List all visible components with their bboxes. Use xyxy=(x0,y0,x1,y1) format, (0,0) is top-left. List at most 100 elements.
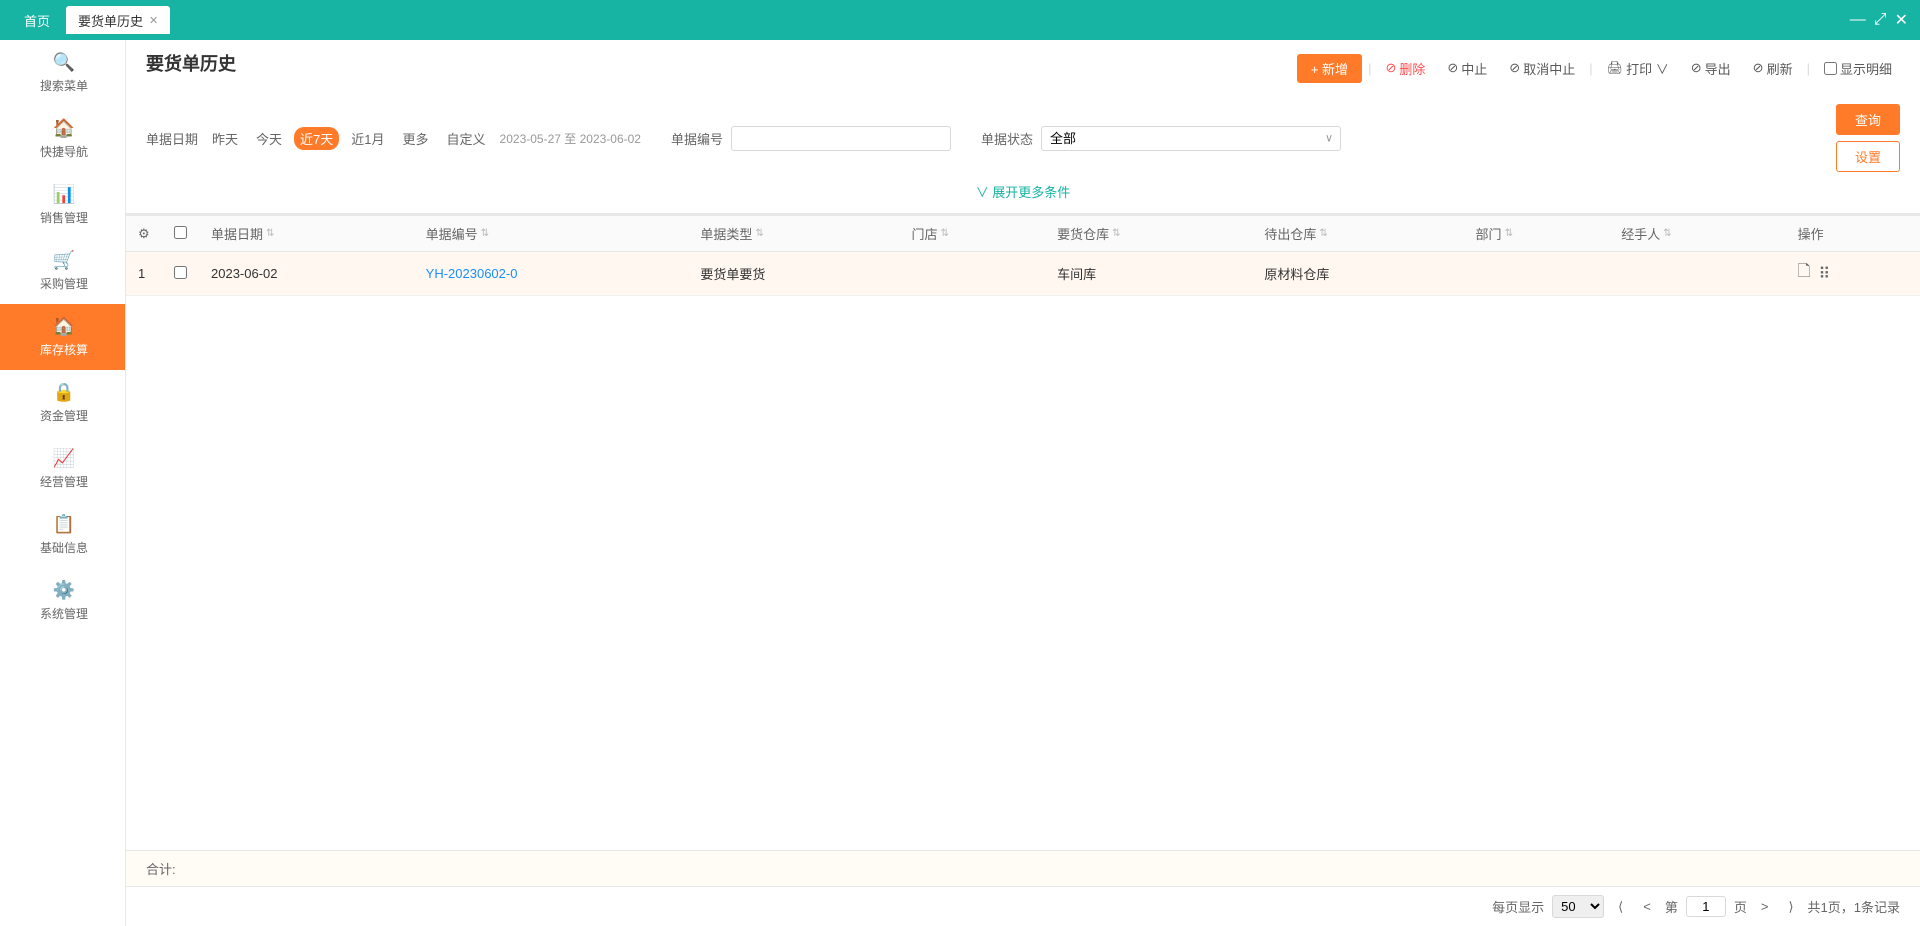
sidebar-item-search[interactable]: 🔍 搜索菜单 xyxy=(0,40,125,106)
row-action-more-icon[interactable]: ⠿ xyxy=(1819,264,1831,284)
sidebar-item-sales[interactable]: 📊 销售管理 xyxy=(0,172,125,238)
settings-button[interactable]: 设置 xyxy=(1836,141,1900,172)
status-label: 单据状态 xyxy=(981,129,1033,148)
select-all-checkbox[interactable] xyxy=(174,226,187,239)
sidebar-item-finance[interactable]: 🔒 资金管理 xyxy=(0,370,125,436)
prev-page-btn[interactable]: ⟨ xyxy=(1612,897,1629,917)
purchase-icon: 🛒 xyxy=(53,250,75,271)
row-no: 1 xyxy=(126,252,162,296)
col-checkbox xyxy=(162,216,199,252)
sidebar-item-inventory-label: 库存核算 xyxy=(40,341,88,358)
next-page-btn[interactable]: ⟩ xyxy=(1782,897,1799,917)
col-req-warehouse-sort[interactable]: 要货仓库 xyxy=(1057,224,1120,243)
tab-close-icon[interactable]: ✕ xyxy=(149,14,158,27)
row-checkbox[interactable] xyxy=(174,266,187,279)
row-docno-link[interactable]: YH-20230602-0 xyxy=(426,266,518,281)
date-range-display: 2023-05-27 至 2023-06-02 xyxy=(500,130,641,147)
filter-area: 单据日期 昨天 今天 近7天 近1月 更多 自定义 2023-05-27 至 2… xyxy=(126,92,1920,214)
expand-section: ∨ 展开更多条件 xyxy=(146,182,1900,201)
page-size-label: 每页显示 xyxy=(1492,897,1544,916)
date-btn-week[interactable]: 近7天 xyxy=(294,127,339,150)
window-controls: — ⤢ ✕ xyxy=(1850,10,1908,30)
print-button[interactable]: 🖨 打印 ∨ xyxy=(1599,55,1677,82)
row-type: 要货单要货 xyxy=(688,252,899,296)
export-button[interactable]: ⊘ 导出 xyxy=(1683,55,1739,82)
col-date-sort[interactable]: 单据日期 xyxy=(211,224,274,243)
total-label: 合计: xyxy=(146,862,176,877)
date-btn-yesterday[interactable]: 昨天 xyxy=(206,127,244,150)
delete-button[interactable]: ⊘ 删除 xyxy=(1377,55,1433,82)
minimize-icon[interactable]: — xyxy=(1850,11,1866,29)
page-input-label: 第 xyxy=(1665,897,1678,916)
maximize-icon[interactable]: ⤢ xyxy=(1874,11,1887,29)
data-table: ⚙ 单据日期 单据编号 单据类 xyxy=(126,215,1920,296)
basic-icon: 📋 xyxy=(53,514,75,535)
sidebar-item-finance-label: 资金管理 xyxy=(40,407,88,424)
page-number-input[interactable] xyxy=(1686,896,1726,917)
delete-icon: ⊘ xyxy=(1385,60,1396,76)
row-pending-warehouse: 原材料仓库 xyxy=(1252,252,1463,296)
col-type-sort[interactable]: 单据类型 xyxy=(700,224,763,243)
table-footer: 合计: xyxy=(126,850,1920,886)
sidebar-item-purchase[interactable]: 🛒 采购管理 xyxy=(0,238,125,304)
show-detail-checkbox[interactable]: 显示明细 xyxy=(1816,55,1900,82)
col-docno-sort[interactable]: 单据编号 xyxy=(426,224,489,243)
col-docno: 单据编号 xyxy=(414,216,689,252)
next-page-icon[interactable]: > xyxy=(1755,897,1775,916)
page-size-select[interactable]: 50 100 200 xyxy=(1552,895,1604,918)
date-btn-custom[interactable]: 自定义 xyxy=(441,127,492,150)
expand-button[interactable]: ∨ 展开更多条件 xyxy=(976,182,1071,201)
date-btn-month[interactable]: 近1月 xyxy=(345,127,390,150)
docno-label: 单据编号 xyxy=(671,129,723,148)
settings-gear-icon[interactable]: ⚙ xyxy=(138,226,150,241)
inventory-icon: 🏠 xyxy=(53,316,75,337)
row-action-edit-icon[interactable]: 🗋 xyxy=(1798,260,1811,287)
show-detail-label: 显示明细 xyxy=(1840,59,1892,78)
col-pending-warehouse-sort[interactable]: 待出仓库 xyxy=(1264,224,1327,243)
sidebar-item-operations-label: 经营管理 xyxy=(40,473,88,490)
sidebar-item-operations[interactable]: 📈 经营管理 xyxy=(0,436,125,502)
prev-page-icon[interactable]: < xyxy=(1637,897,1657,916)
row-docno: YH-20230602-0 xyxy=(414,252,689,296)
col-req-warehouse: 要货仓库 xyxy=(1045,216,1252,252)
sidebar-item-sales-label: 销售管理 xyxy=(40,209,88,226)
sidebar-item-nav[interactable]: 🏠 快捷导航 xyxy=(0,106,125,172)
new-button[interactable]: + 新增 xyxy=(1297,54,1362,83)
row-store xyxy=(899,252,1045,296)
status-select[interactable]: 全部 草稿 已审核 已中止 xyxy=(1041,126,1341,151)
col-dept: 部门 xyxy=(1464,216,1610,252)
sidebar-item-inventory[interactable]: 🏠 库存核算 xyxy=(0,304,125,370)
col-dept-sort[interactable]: 部门 xyxy=(1476,224,1513,243)
col-handler-sort[interactable]: 经手人 xyxy=(1621,224,1671,243)
sidebar-item-nav-label: 快捷导航 xyxy=(40,143,88,160)
export-icon: ⊘ xyxy=(1691,60,1702,76)
sidebar-item-system[interactable]: ⚙️ 系统管理 xyxy=(0,568,125,634)
sidebar: 🔍 搜索菜单 🏠 快捷导航 📊 销售管理 🛒 采购管理 🏠 库存核算 🔒 xyxy=(0,40,126,926)
data-table-container: ⚙ 单据日期 单据编号 单据类 xyxy=(126,215,1920,850)
tab-requisition[interactable]: 要货单历史 ✕ xyxy=(66,6,170,34)
show-detail-input[interactable] xyxy=(1824,62,1837,75)
col-date: 单据日期 xyxy=(199,216,414,252)
cancel-stop-button[interactable]: ⊘ 取消中止 xyxy=(1501,55,1583,82)
stop-icon: ⊘ xyxy=(1447,60,1458,76)
date-label: 单据日期 xyxy=(146,129,198,148)
system-icon: ⚙️ xyxy=(53,580,75,601)
date-filter: 单据日期 昨天 今天 近7天 近1月 更多 自定义 2023-05-27 至 2… xyxy=(146,127,641,150)
sidebar-item-system-label: 系统管理 xyxy=(40,605,88,622)
refresh-button[interactable]: ⊘ 刷新 xyxy=(1745,55,1801,82)
col-handler: 经手人 xyxy=(1609,216,1785,252)
refresh-icon: ⊘ xyxy=(1753,60,1764,76)
docno-input[interactable] xyxy=(731,126,951,151)
date-btn-more[interactable]: 更多 xyxy=(397,127,435,150)
close-icon[interactable]: ✕ xyxy=(1895,10,1908,30)
col-pending-warehouse: 待出仓库 xyxy=(1252,216,1463,252)
tab-home[interactable]: 首页 xyxy=(12,6,62,34)
search-icon: 🔍 xyxy=(53,52,75,73)
sidebar-item-basic[interactable]: 📋 基础信息 xyxy=(0,502,125,568)
stop-button[interactable]: ⊘ 中止 xyxy=(1439,55,1495,82)
action-buttons: 查询 设置 xyxy=(1836,104,1900,172)
query-button[interactable]: 查询 xyxy=(1836,104,1900,135)
tab-home-label: 首页 xyxy=(24,11,50,30)
col-store-sort[interactable]: 门店 xyxy=(911,224,948,243)
date-btn-today[interactable]: 今天 xyxy=(250,127,288,150)
